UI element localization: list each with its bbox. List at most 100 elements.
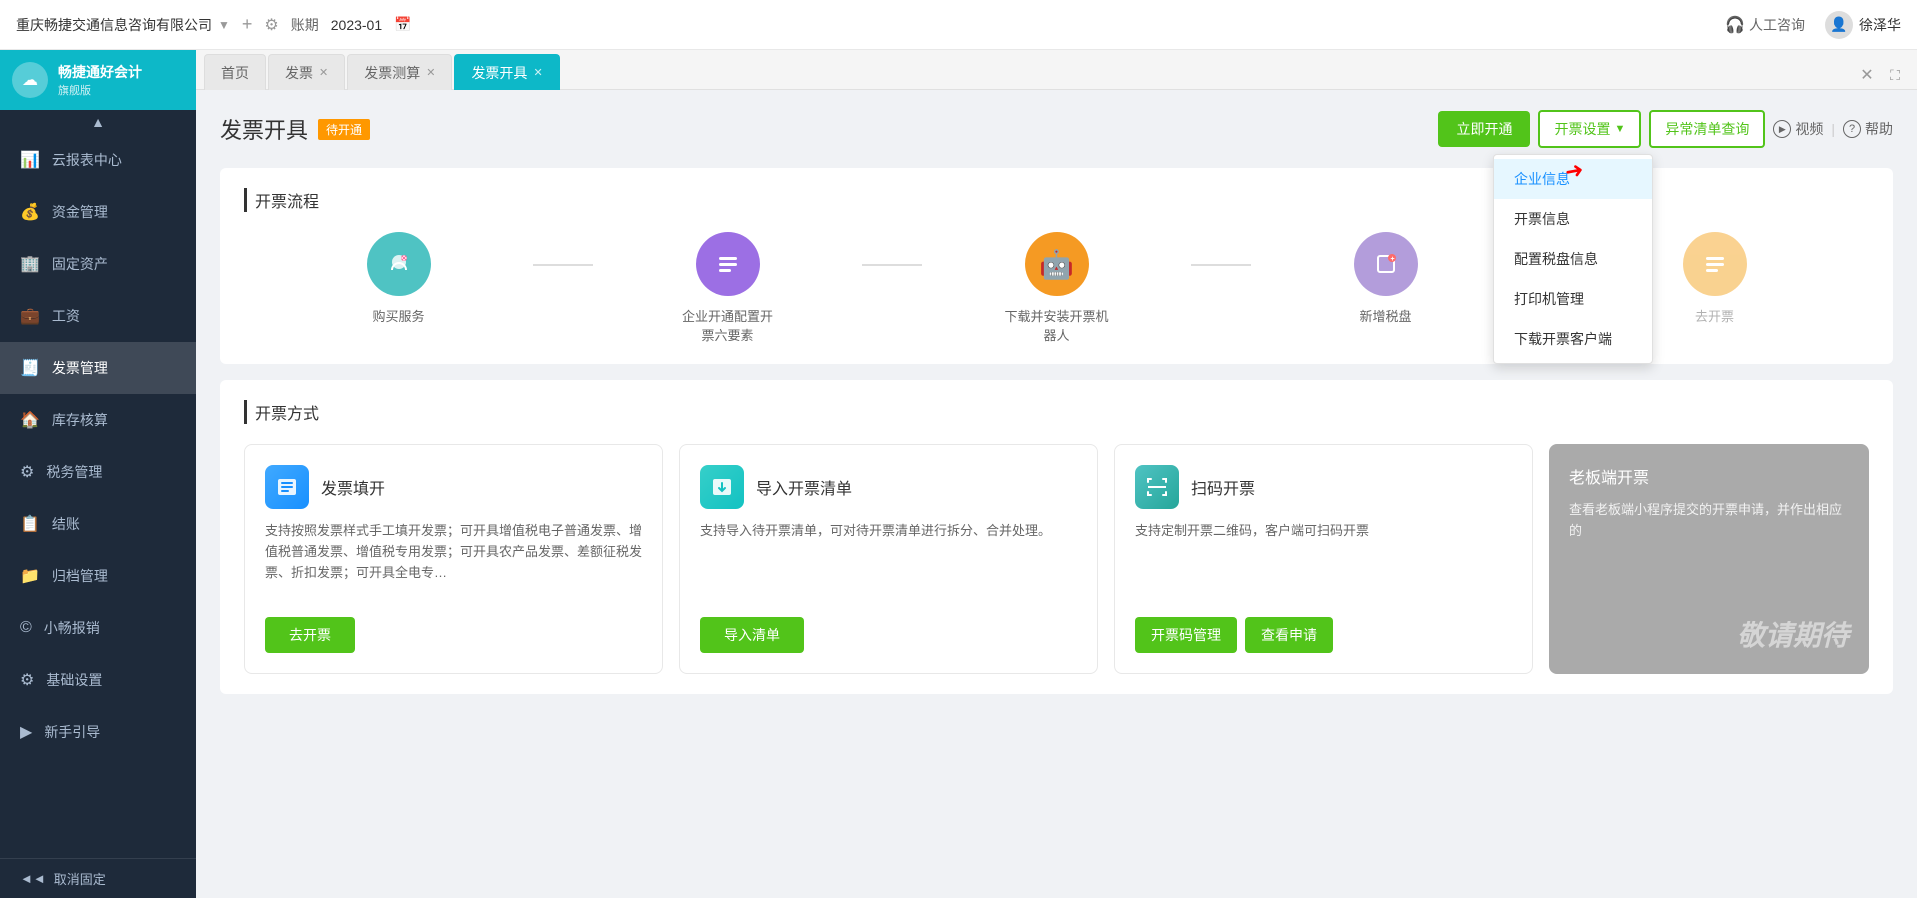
view-apply-button[interactable]: 查看申请: [1245, 617, 1333, 653]
fill-invoice-button[interactable]: 去开票: [265, 617, 355, 653]
invoice-icon: 🧾: [20, 358, 40, 378]
sidebar-item-kucun[interactable]: 🏠 库存核算: [0, 394, 196, 446]
methods-title: 开票方式: [244, 400, 1869, 424]
boss-desc: 查看老板端小程序提交的开票申请，并作出相应的: [1569, 500, 1849, 542]
sidebar-item-label: 资金管理: [52, 202, 108, 222]
red-arrow: ➜: [1562, 157, 1585, 186]
sidebar-item-label: 工资: [52, 306, 80, 326]
tab-home[interactable]: 首页: [204, 54, 266, 90]
add-company-icon[interactable]: +: [242, 14, 253, 35]
import-icon: [700, 465, 744, 509]
logo-subtitle: 旗舰版: [58, 82, 142, 98]
import-title: 导入开票清单: [756, 475, 852, 499]
calendar-icon[interactable]: 📅: [394, 16, 411, 33]
tab-invoice[interactable]: 发票 ✕: [268, 54, 345, 90]
sidebar-item-label: 云报表中心: [52, 150, 122, 170]
settings-icon[interactable]: ⚙: [264, 15, 278, 35]
dropdown-arrow-icon: ▼: [1614, 123, 1625, 135]
content-area: 发票开具 待开通 立即开通 开票设置 ▼ 异常清单查询 ▶ 视频: [196, 90, 1917, 898]
settings-icon: ⚙: [20, 670, 34, 690]
headphone-icon: 🎧: [1725, 15, 1745, 35]
dropdown-item-printer[interactable]: 打印机管理: [1494, 279, 1652, 319]
sidebar-item-guidang[interactable]: 📁 归档管理: [0, 550, 196, 602]
video-label: 视频: [1795, 119, 1823, 139]
salary-icon: 💼: [20, 306, 40, 326]
tab-invoice-calc[interactable]: 发票测算 ✕: [347, 54, 452, 90]
tax-icon: ⚙: [20, 462, 34, 482]
sidebar-item-zijin[interactable]: 💰 资金管理: [0, 186, 196, 238]
tab-close-icon[interactable]: ✕: [319, 66, 328, 79]
sidebar-item-label: 库存核算: [52, 410, 108, 430]
sidebar-item-label: 结账: [52, 514, 80, 534]
settings-btn-label: 开票设置: [1554, 119, 1610, 139]
step-connector-2: [862, 264, 922, 266]
scan-buttons: 开票码管理 查看申请: [1135, 617, 1512, 653]
pin-icon: ◄◄: [20, 871, 46, 886]
anomaly-button[interactable]: 异常清单查询: [1649, 110, 1765, 148]
page-header: 发票开具 待开通 立即开通 开票设置 ▼ 异常清单查询 ▶ 视频: [220, 110, 1893, 148]
method-card-scan: 扫码开票 支持定制开票二维码，客户端可扫码开票 开票码管理 查看申请: [1114, 444, 1533, 674]
step-label-4: 新增税盘: [1359, 306, 1411, 325]
method-header: 导入开票清单: [700, 465, 1077, 509]
period-value: 2023-01: [331, 17, 382, 33]
sidebar-bottom-action[interactable]: ◄◄ 取消固定: [0, 858, 196, 898]
consult-button[interactable]: 🎧 人工咨询: [1725, 15, 1805, 35]
import-list-button[interactable]: 导入清单: [700, 617, 804, 653]
sidebar-item-fapiao[interactable]: 🧾 发票管理: [0, 342, 196, 394]
header-actions: 立即开通 开票设置 ▼ 异常清单查询 ▶ 视频 | ?: [1438, 110, 1893, 148]
company-selector[interactable]: 重庆畅捷交通信息咨询有限公司 ▼: [16, 15, 230, 35]
qrcode-manage-button[interactable]: 开票码管理: [1135, 617, 1237, 653]
user-avatar: 👤: [1825, 11, 1853, 39]
user-info[interactable]: 👤 徐泽华: [1825, 11, 1901, 39]
settings-button[interactable]: 开票设置 ▼: [1538, 110, 1641, 148]
tab-close-icon[interactable]: ✕: [426, 66, 435, 79]
process-step-4: + 新增税盘: [1251, 232, 1520, 325]
sidebar-item-label: 归档管理: [52, 566, 108, 586]
sidebar-scroll-up[interactable]: ▲: [0, 110, 196, 134]
tab-label: 发票测算: [364, 63, 420, 83]
dropdown-item-download[interactable]: 下载开票客户端: [1494, 319, 1652, 359]
asset-icon: 🏢: [20, 254, 40, 274]
sidebar-item-shuiwu[interactable]: ⚙ 税务管理: [0, 446, 196, 498]
top-bar: 重庆畅捷交通信息咨询有限公司 ▼ + ⚙ 账期 2023-01 📅 🎧 人工咨询…: [0, 0, 1917, 50]
sidebar-item-xiaochang[interactable]: © 小畅报销: [0, 602, 196, 654]
tab-invoice-issue[interactable]: 发票开具 ✕: [454, 54, 559, 90]
step-label-2: 企业开通配置开票六要素: [678, 306, 778, 344]
sidebar-item-yunbao[interactable]: 📊 云报表中心: [0, 134, 196, 186]
right-panel: 首页 发票 ✕ 发票测算 ✕ 发票开具 ✕ ✕ ⛶: [196, 50, 1917, 898]
methods-section: 开票方式 发票填开 支持按照发票样式手工填开发票；可开具增值税电子普通发票、增值…: [220, 380, 1893, 694]
dropdown-item-invoice[interactable]: 开票信息: [1494, 199, 1652, 239]
import-desc: 支持导入待开票清单，可对待开票清单进行拆分、合并处理。: [700, 521, 1077, 601]
coming-soon-overlay: 敬请期待: [1737, 614, 1849, 654]
period-label: 账期: [291, 15, 319, 35]
sidebar-item-label: 税务管理: [46, 462, 102, 482]
user-name: 徐泽华: [1859, 15, 1901, 35]
tab-label: 发票: [285, 63, 313, 83]
process-step-1: 购买服务: [264, 232, 533, 325]
sidebar-item-jiezhang[interactable]: 📋 结账: [0, 498, 196, 550]
step-icon-3: 🤖: [1025, 232, 1089, 296]
maximize-window-button[interactable]: ⛶: [1881, 61, 1909, 89]
chevron-up-icon: ▲: [91, 114, 105, 130]
step-label-5: 去开票: [1695, 306, 1734, 325]
sidebar-item-gongzi[interactable]: 💼 工资: [0, 290, 196, 342]
help-button[interactable]: ? 帮助: [1843, 119, 1893, 139]
sidebar-item-jichushezhi[interactable]: ⚙ 基础设置: [0, 654, 196, 706]
separator: |: [1831, 121, 1835, 137]
step-label-3: 下载并安装开票机器人: [1002, 306, 1112, 344]
dropdown-item-taxdisk[interactable]: 配置税盘信息: [1494, 239, 1652, 279]
sidebar-item-xinshou[interactable]: ▶ 新手引导: [0, 706, 196, 758]
step-icon-1: [367, 232, 431, 296]
sidebar-logo: ☁ 畅捷通好会计 旗舰版: [0, 50, 196, 110]
expense-icon: ©: [20, 619, 32, 637]
tab-close-icon[interactable]: ✕: [533, 66, 542, 79]
sidebar-item-guding[interactable]: 🏢 固定资产: [0, 238, 196, 290]
company-name: 重庆畅捷交通信息咨询有限公司: [16, 15, 212, 35]
step-connector-1: [533, 264, 593, 266]
scan-title: 扫码开票: [1191, 475, 1255, 499]
page-title-row: 发票开具 待开通: [220, 113, 370, 145]
close-window-button[interactable]: ✕: [1853, 61, 1881, 89]
step-icon-5: [1683, 232, 1747, 296]
video-button[interactable]: ▶ 视频: [1773, 119, 1823, 139]
activate-button[interactable]: 立即开通: [1438, 111, 1530, 147]
